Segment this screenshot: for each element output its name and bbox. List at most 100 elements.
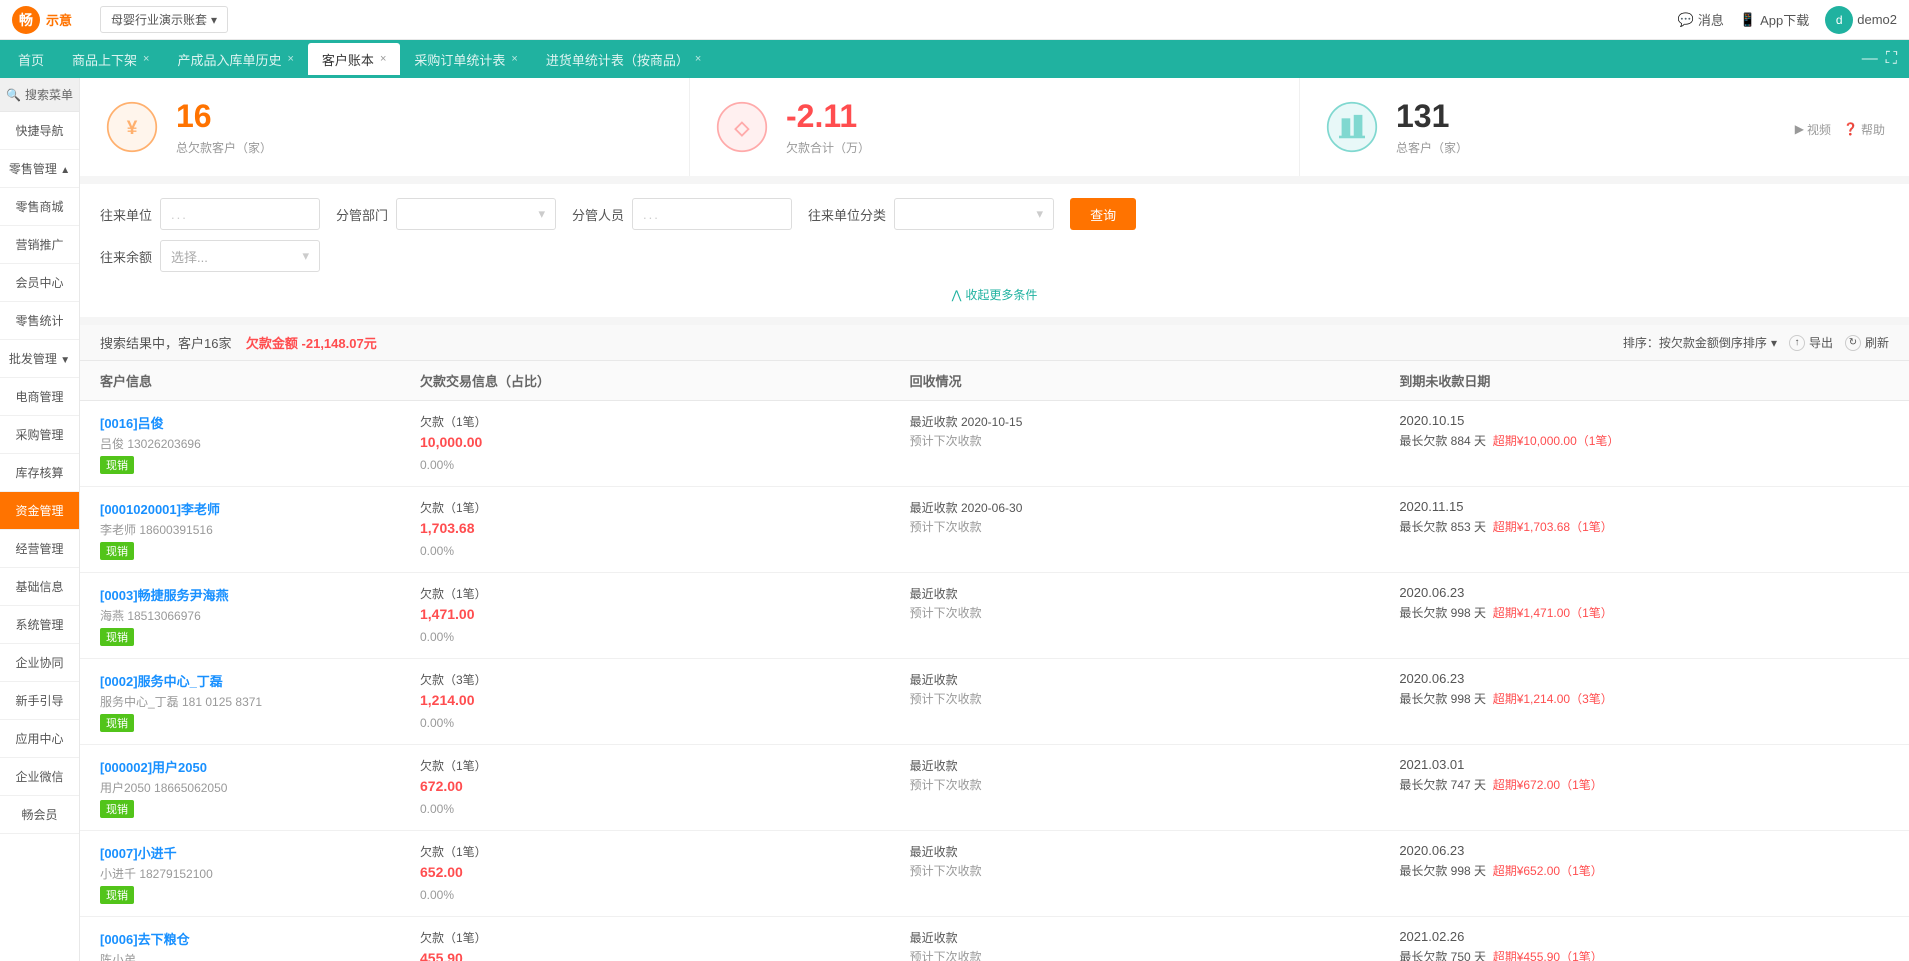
sidebar-item-basic-info[interactable]: 基础信息 <box>0 568 79 606</box>
tab-label: 产成品入库单历史 <box>177 50 281 69</box>
customer-tag-4: 现销 <box>100 800 134 818</box>
col-header-due-date: 到期未收款日期 <box>1399 371 1889 390</box>
filter-balance: 往来余额 选择... ▾ <box>100 240 320 272</box>
tab-purchase-order[interactable]: 采购订单统计表 × <box>400 43 531 75</box>
sidebar-item-ecommerce[interactable]: 电商管理 <box>0 378 79 416</box>
customer-name-3[interactable]: [0002]服务中心_丁磊 <box>100 671 420 690</box>
debt-icon: ◇ <box>714 99 770 155</box>
due-date-1: 2020.11.15 <box>1399 499 1889 514</box>
sidebar-item-quick-nav[interactable]: 快捷导航 <box>0 112 79 150</box>
debt-ratio-3: 0.00% <box>420 716 910 730</box>
due-info-6: 2021.02.26 最长欠款 750 天 超期¥455.90（1笔） <box>1399 929 1889 961</box>
sidebar-item-enterprise-collab[interactable]: 企业协同 <box>0 644 79 682</box>
collection-info-0: 最近收款 2020-10-15 预计下次收款 <box>910 413 1400 449</box>
overdue-link-0[interactable]: 超期¥10,000.00（1笔） <box>1493 434 1620 448</box>
results-amount: 欠款金额 -21,148.07元 <box>246 336 377 351</box>
overdue-link-6[interactable]: 超期¥455.90（1笔） <box>1493 950 1603 961</box>
next-collection-0: 预计下次收款 <box>910 432 1400 449</box>
tab-purchase-stats[interactable]: 进货单统计表（按商品） × <box>532 43 715 75</box>
sidebar-item-retail-mall[interactable]: 零售商城 <box>0 188 79 226</box>
username-label: demo2 <box>1857 12 1897 27</box>
tab-customer-account[interactable]: 客户账本 × <box>308 43 400 75</box>
table-row: [0016]吕俊 吕俊 13026203696 现销 欠款（1笔） 10,000… <box>80 401 1909 487</box>
table-row: [0006]去下粮仓 陈小弟 现销 欠款（1笔） 455.90 0.00% 最近… <box>80 917 1909 961</box>
sidebar-item-retail-stats[interactable]: 零售统计 <box>0 302 79 340</box>
customer-tag-0: 现销 <box>100 456 134 474</box>
overdue-link-5[interactable]: 超期¥652.00（1笔） <box>1493 864 1603 878</box>
sidebar-item-purchase-mgmt[interactable]: 采购管理 <box>0 416 79 454</box>
results-summary: 搜索结果中，客户16家 <box>100 336 231 351</box>
stat-value-amount: -2.11 <box>786 98 870 135</box>
sidebar-item-finance[interactable]: 资金管理 <box>0 492 79 530</box>
debt-ratio-5: 0.00% <box>420 888 910 902</box>
person-input[interactable]: ... <box>632 198 792 230</box>
overdue-link-3[interactable]: 超期¥1,214.00（3笔） <box>1493 692 1613 706</box>
customer-name-6[interactable]: [0006]去下粮仓 <box>100 929 420 948</box>
overdue-link-2[interactable]: 超期¥1,471.00（1笔） <box>1493 606 1613 620</box>
close-icon[interactable]: × <box>511 53 517 65</box>
sort-select[interactable]: 排序：按欠款金额倒序排序 ▾ <box>1623 334 1777 351</box>
next-collection-2: 预计下次收款 <box>910 604 1400 621</box>
debt-count-1: 欠款（1笔） <box>420 499 910 516</box>
sidebar-item-member[interactable]: 畅会员 <box>0 796 79 834</box>
sidebar-item-wholesale-mgmt[interactable]: 批发管理 ▼ <box>0 340 79 378</box>
overdue-link-4[interactable]: 超期¥672.00（1笔） <box>1493 778 1603 792</box>
sidebar-item-marketing[interactable]: 营销推广 <box>0 226 79 264</box>
filter-from-unit: 往来单位 ... <box>100 198 320 230</box>
export-btn[interactable]: ↑ 导出 <box>1789 334 1833 351</box>
company-select[interactable]: 母婴行业演示账套 ▾ <box>100 6 228 33</box>
filter-unit-class: 往来单位分类 ▾ <box>808 198 1054 230</box>
balance-select[interactable]: 选择... ▾ <box>160 240 320 272</box>
sidebar-item-newbie-guide[interactable]: 新手引导 <box>0 682 79 720</box>
sidebar-item-app-center[interactable]: 应用中心 <box>0 720 79 758</box>
overdue-days-1: 最长欠款 853 天 <box>1399 520 1486 534</box>
close-icon[interactable]: × <box>143 53 149 65</box>
sidebar-item-member-center[interactable]: 会员中心 <box>0 264 79 302</box>
message-btn[interactable]: 💬 消息 <box>1678 10 1724 29</box>
tab-label: 客户账本 <box>322 50 374 69</box>
stat-help-links: ▶ 视频 ❓ 帮助 <box>1795 121 1885 138</box>
maximize-icon[interactable]: ⛶ <box>1886 50 1897 68</box>
dept-select[interactable]: ▾ <box>396 198 556 230</box>
sidebar-item-retail-mgmt[interactable]: 零售管理 ▲ <box>0 150 79 188</box>
collapse-btn[interactable]: ⋀ 收起更多条件 <box>952 286 1038 303</box>
help-btn[interactable]: ❓ 帮助 <box>1843 121 1885 138</box>
chevron-icon: ▲ <box>60 165 70 176</box>
customer-name-5[interactable]: [0007]小进千 <box>100 843 420 862</box>
svg-text:◇: ◇ <box>734 118 751 139</box>
stat-info-total: 131 总客户（家） <box>1396 98 1468 156</box>
sidebar: 🔍 搜索菜单 快捷导航 零售管理 ▲ 零售商城 营销推广 会员中心 <box>0 78 80 961</box>
tab-homepage[interactable]: 首页 <box>4 43 58 75</box>
from-unit-input[interactable]: ... <box>160 198 320 230</box>
sidebar-item-inventory[interactable]: 库存核算 <box>0 454 79 492</box>
sidebar-item-operations[interactable]: 经营管理 <box>0 530 79 568</box>
search-button[interactable]: 查询 <box>1070 198 1136 230</box>
tab-produce[interactable]: 产成品入库单历史 × <box>163 43 307 75</box>
sidebar-item-system-mgmt[interactable]: 系统管理 <box>0 606 79 644</box>
overdue-days-4: 最长欠款 747 天 <box>1399 778 1486 792</box>
overdue-link-1[interactable]: 超期¥1,703.68（1笔） <box>1493 520 1613 534</box>
debt-info-5: 欠款（1笔） 652.00 0.00% <box>420 843 910 902</box>
unit-class-select[interactable]: ▾ <box>894 198 1054 230</box>
app-download-btn[interactable]: 📱 App下载 <box>1740 10 1809 29</box>
minimize-icon[interactable]: — <box>1862 50 1878 68</box>
tab-goods[interactable]: 商品上下架 × <box>58 43 163 75</box>
sort-label: 排序：按欠款金额倒序排序 <box>1623 334 1767 351</box>
close-icon[interactable]: × <box>695 53 701 65</box>
debt-amount-4: 672.00 <box>420 778 910 794</box>
search-menu-btn[interactable]: 🔍 搜索菜单 <box>0 78 79 112</box>
video-help-btn[interactable]: ▶ 视频 <box>1795 121 1831 138</box>
close-icon[interactable]: × <box>287 53 293 65</box>
customer-tag-5: 现销 <box>100 886 134 904</box>
logo-icon: 畅 <box>12 6 40 34</box>
next-collection-5: 预计下次收款 <box>910 862 1400 879</box>
close-icon[interactable]: × <box>380 53 386 65</box>
customer-name-0[interactable]: [0016]吕俊 <box>100 413 420 432</box>
sidebar-item-enterprise-wechat[interactable]: 企业微信 <box>0 758 79 796</box>
stat-card-amount: ◇ -2.11 欠款合计（万） <box>690 78 1300 176</box>
customer-name-2[interactable]: [0003]畅捷服务尹海燕 <box>100 585 420 604</box>
refresh-btn[interactable]: ↻ 刷新 <box>1845 334 1889 351</box>
customer-name-4[interactable]: [000002]用户2050 <box>100 757 420 776</box>
customer-name-1[interactable]: [0001020001]李老师 <box>100 499 420 518</box>
user-avatar[interactable]: d demo2 <box>1825 6 1897 34</box>
